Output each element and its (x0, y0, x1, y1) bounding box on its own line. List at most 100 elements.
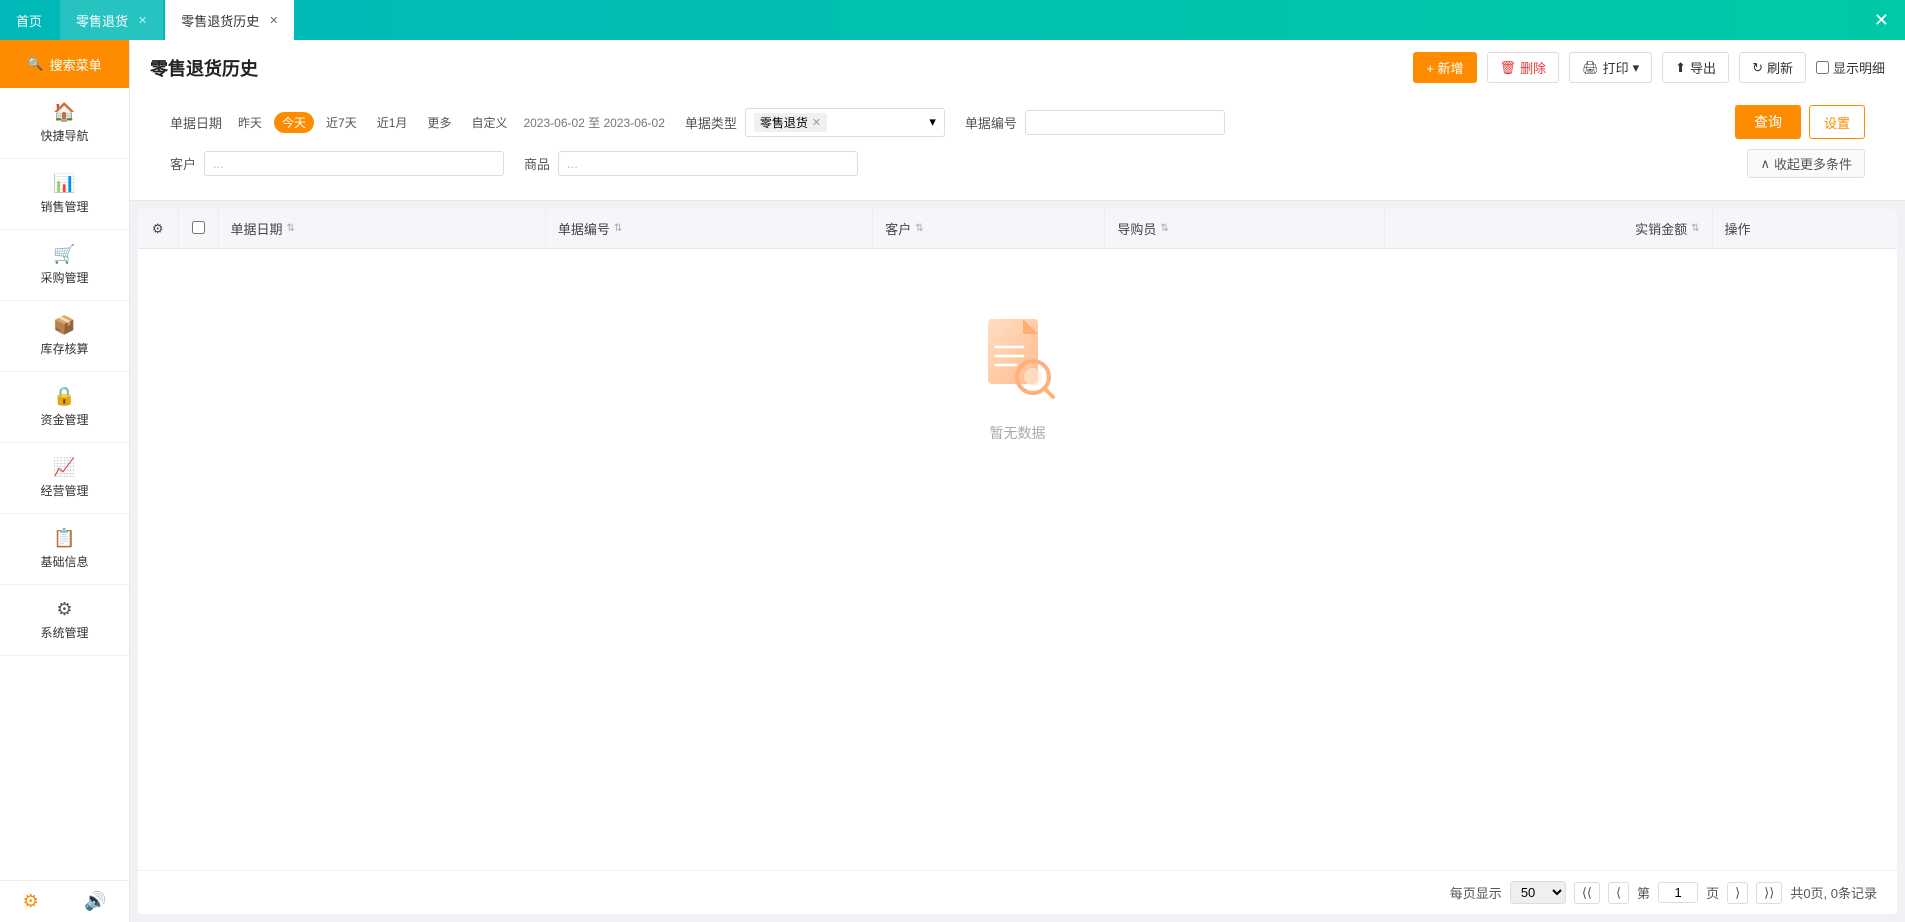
doc-no-label: 单据编号 (965, 113, 1017, 132)
search-icon: 🔍 (27, 56, 43, 72)
next-page-button[interactable]: ⟩ (1727, 882, 1748, 904)
sidebar-item-system-label: 系统管理 (40, 624, 88, 641)
print-dropdown-icon: ▾ (1633, 60, 1640, 76)
doc-type-tag-close[interactable]: ✕ (812, 116, 821, 129)
goods-label: 商品 (524, 154, 550, 173)
filter-row-2: 客户 ... 商品 ... ∧ 收起更多条件 (170, 149, 1865, 178)
show-detail-checkbox[interactable] (1816, 61, 1829, 74)
inventory-icon: 📦 (53, 315, 75, 336)
audio-bottom-icon[interactable]: 🔊 (84, 891, 106, 912)
system-icon: ⚙ (56, 599, 72, 620)
th-amount[interactable]: 实销金额 ⇅ (1385, 209, 1712, 249)
sidebar-bottom: ⚙ 🔊 (0, 880, 129, 922)
page-unit-label: 页 (1706, 883, 1719, 902)
date-range-display: 2023-06-02 至 2023-06-02 (523, 114, 664, 131)
sidebar-search-label: 搜索菜单 (50, 55, 102, 74)
prev-page-button[interactable]: ⟨ (1608, 882, 1629, 904)
sidebar-item-basic-info-label: 基础信息 (40, 553, 88, 570)
page-size-select[interactable]: 50 10 20 100 (1510, 881, 1566, 904)
tab-home-label: 首页 (16, 11, 42, 30)
sidebar-item-system[interactable]: ⚙ 系统管理 (0, 585, 129, 656)
main-layout: 🔍 搜索菜单 🏠 快捷导航 📊 销售管理 🛒 采购管理 📦 库存核算 🔒 资金管… (0, 40, 1905, 922)
th-check (178, 209, 218, 249)
page-number-input[interactable]: 1 (1658, 882, 1698, 903)
sidebar-item-purchase-label: 采购管理 (40, 269, 88, 286)
sidebar-search[interactable]: 🔍 搜索菜单 (0, 40, 129, 88)
date-pill-more[interactable]: 更多 (419, 112, 459, 133)
window-close-button[interactable]: ✕ (1874, 10, 1905, 31)
pagination: 每页显示 50 10 20 100 ⟨⟨ ⟨ 第 1 页 ⟩ ⟩⟩ 共0页, 0… (138, 870, 1897, 914)
sidebar-item-quick-nav[interactable]: 🏠 快捷导航 (0, 88, 129, 159)
operations-icon: 📈 (53, 457, 75, 478)
setting-button[interactable]: 设置 (1809, 105, 1865, 139)
date-pill-yesterday[interactable]: 昨天 (230, 112, 270, 133)
table-wrapper: ⚙ 单据日期 ⇅ (138, 209, 1897, 870)
purchase-icon: 🛒 (53, 244, 75, 265)
refresh-button[interactable]: ↻ 刷新 (1739, 52, 1806, 83)
content-area: 零售退货历史 + 新增 🗑 删除 🖨 打印 ▾ ⬆ 导出 (130, 40, 1905, 922)
page-header: 零售退货历史 + 新增 🗑 删除 🖨 打印 ▾ ⬆ 导出 (130, 40, 1905, 201)
print-button[interactable]: 🖨 打印 ▾ (1569, 52, 1652, 83)
page-title: 零售退货历史 (150, 55, 258, 81)
tab-retail-return-history-close[interactable]: ✕ (269, 14, 278, 27)
refresh-icon: ↻ (1752, 60, 1763, 76)
new-button[interactable]: + 新增 (1413, 52, 1476, 83)
goods-filter-group: 商品 ... (524, 151, 858, 176)
tab-retail-return-close[interactable]: ✕ (138, 14, 147, 27)
goods-select[interactable]: ... (558, 151, 858, 176)
print-icon: 🖨 (1582, 60, 1599, 76)
tab-retail-return[interactable]: 零售退货 ✕ (60, 0, 163, 40)
page-size-label: 每页显示 (1450, 883, 1502, 902)
guide-sort-icon: ⇅ (1160, 223, 1168, 234)
select-all-checkbox[interactable] (192, 221, 205, 234)
collapse-button[interactable]: ∧ 收起更多条件 (1747, 149, 1865, 178)
export-button[interactable]: ⬆ 导出 (1662, 52, 1729, 83)
toolbar: + 新增 🗑 删除 🖨 打印 ▾ ⬆ 导出 ↻ (1413, 52, 1885, 83)
settings-bottom-icon[interactable]: ⚙ (23, 891, 39, 912)
customer-filter-group: 客户 ... (170, 151, 504, 176)
top-bar: 首页 零售退货 ✕ 零售退货历史 ✕ ✕ (0, 0, 1905, 40)
doc-type-select[interactable]: 零售退货 ✕ ▾ (745, 108, 945, 137)
collapse-icon: ∧ (1760, 156, 1770, 172)
th-customer[interactable]: 客户 ⇅ (873, 209, 1105, 249)
tab-retail-return-label: 零售退货 (76, 11, 128, 30)
delete-button[interactable]: 🗑 删除 (1487, 52, 1560, 83)
th-date[interactable]: 单据日期 ⇅ (218, 209, 545, 249)
empty-text: 暂无数据 (990, 423, 1046, 443)
date-pill-7days[interactable]: 近7天 (318, 112, 365, 133)
home-icon: 🏠 (53, 102, 75, 123)
customer-select[interactable]: ... (204, 151, 504, 176)
amount-sort-icon: ⇅ (1691, 223, 1699, 234)
sidebar-item-inventory[interactable]: 📦 库存核算 (0, 301, 129, 372)
empty-state: 暂无数据 (138, 249, 1897, 503)
date-label: 单据日期 (170, 113, 222, 132)
query-button[interactable]: 查询 (1735, 105, 1801, 139)
sidebar-item-operations[interactable]: 📈 经营管理 (0, 443, 129, 514)
doc-no-input[interactable] (1025, 110, 1225, 135)
sidebar-item-finance[interactable]: 🔒 资金管理 (0, 372, 129, 443)
first-page-button[interactable]: ⟨⟨ (1574, 882, 1600, 904)
customer-sort-icon: ⇅ (915, 223, 923, 234)
th-guide[interactable]: 导购员 ⇅ (1105, 209, 1385, 249)
sidebar-item-basic-info[interactable]: 📋 基础信息 (0, 514, 129, 585)
finance-icon: 🔒 (53, 386, 75, 407)
basic-info-icon: 📋 (53, 528, 75, 549)
th-settings[interactable]: ⚙ (138, 209, 178, 249)
date-pill-custom[interactable]: 自定义 (463, 112, 515, 133)
query-setting-buttons: 查询 设置 (1735, 105, 1865, 139)
date-pill-today[interactable]: 今天 (274, 112, 314, 133)
filter-row-1: 单据日期 昨天 今天 近7天 近1月 更多 自定义 2023-06-02 至 2… (170, 105, 1865, 139)
tab-home[interactable]: 首页 (0, 0, 58, 40)
show-detail-checkbox-label[interactable]: 显示明细 (1816, 58, 1885, 77)
th-doc-no[interactable]: 单据编号 ⇅ (545, 209, 872, 249)
date-pill-1month[interactable]: 近1月 (369, 112, 416, 133)
page-section-label: 第 (1637, 883, 1650, 902)
last-page-button[interactable]: ⟩⟩ (1756, 882, 1782, 904)
tab-retail-return-history[interactable]: 零售退货历史 ✕ (165, 0, 294, 40)
export-icon: ⬆ (1675, 60, 1686, 76)
total-info: 共0页, 0条记录 (1790, 883, 1877, 902)
sidebar-item-sales[interactable]: 📊 销售管理 (0, 159, 129, 230)
filter-area: 单据日期 昨天 今天 近7天 近1月 更多 自定义 2023-06-02 至 2… (150, 93, 1885, 200)
tab-list: 首页 零售退货 ✕ 零售退货历史 ✕ (0, 0, 1874, 40)
sidebar-item-purchase[interactable]: 🛒 采购管理 (0, 230, 129, 301)
